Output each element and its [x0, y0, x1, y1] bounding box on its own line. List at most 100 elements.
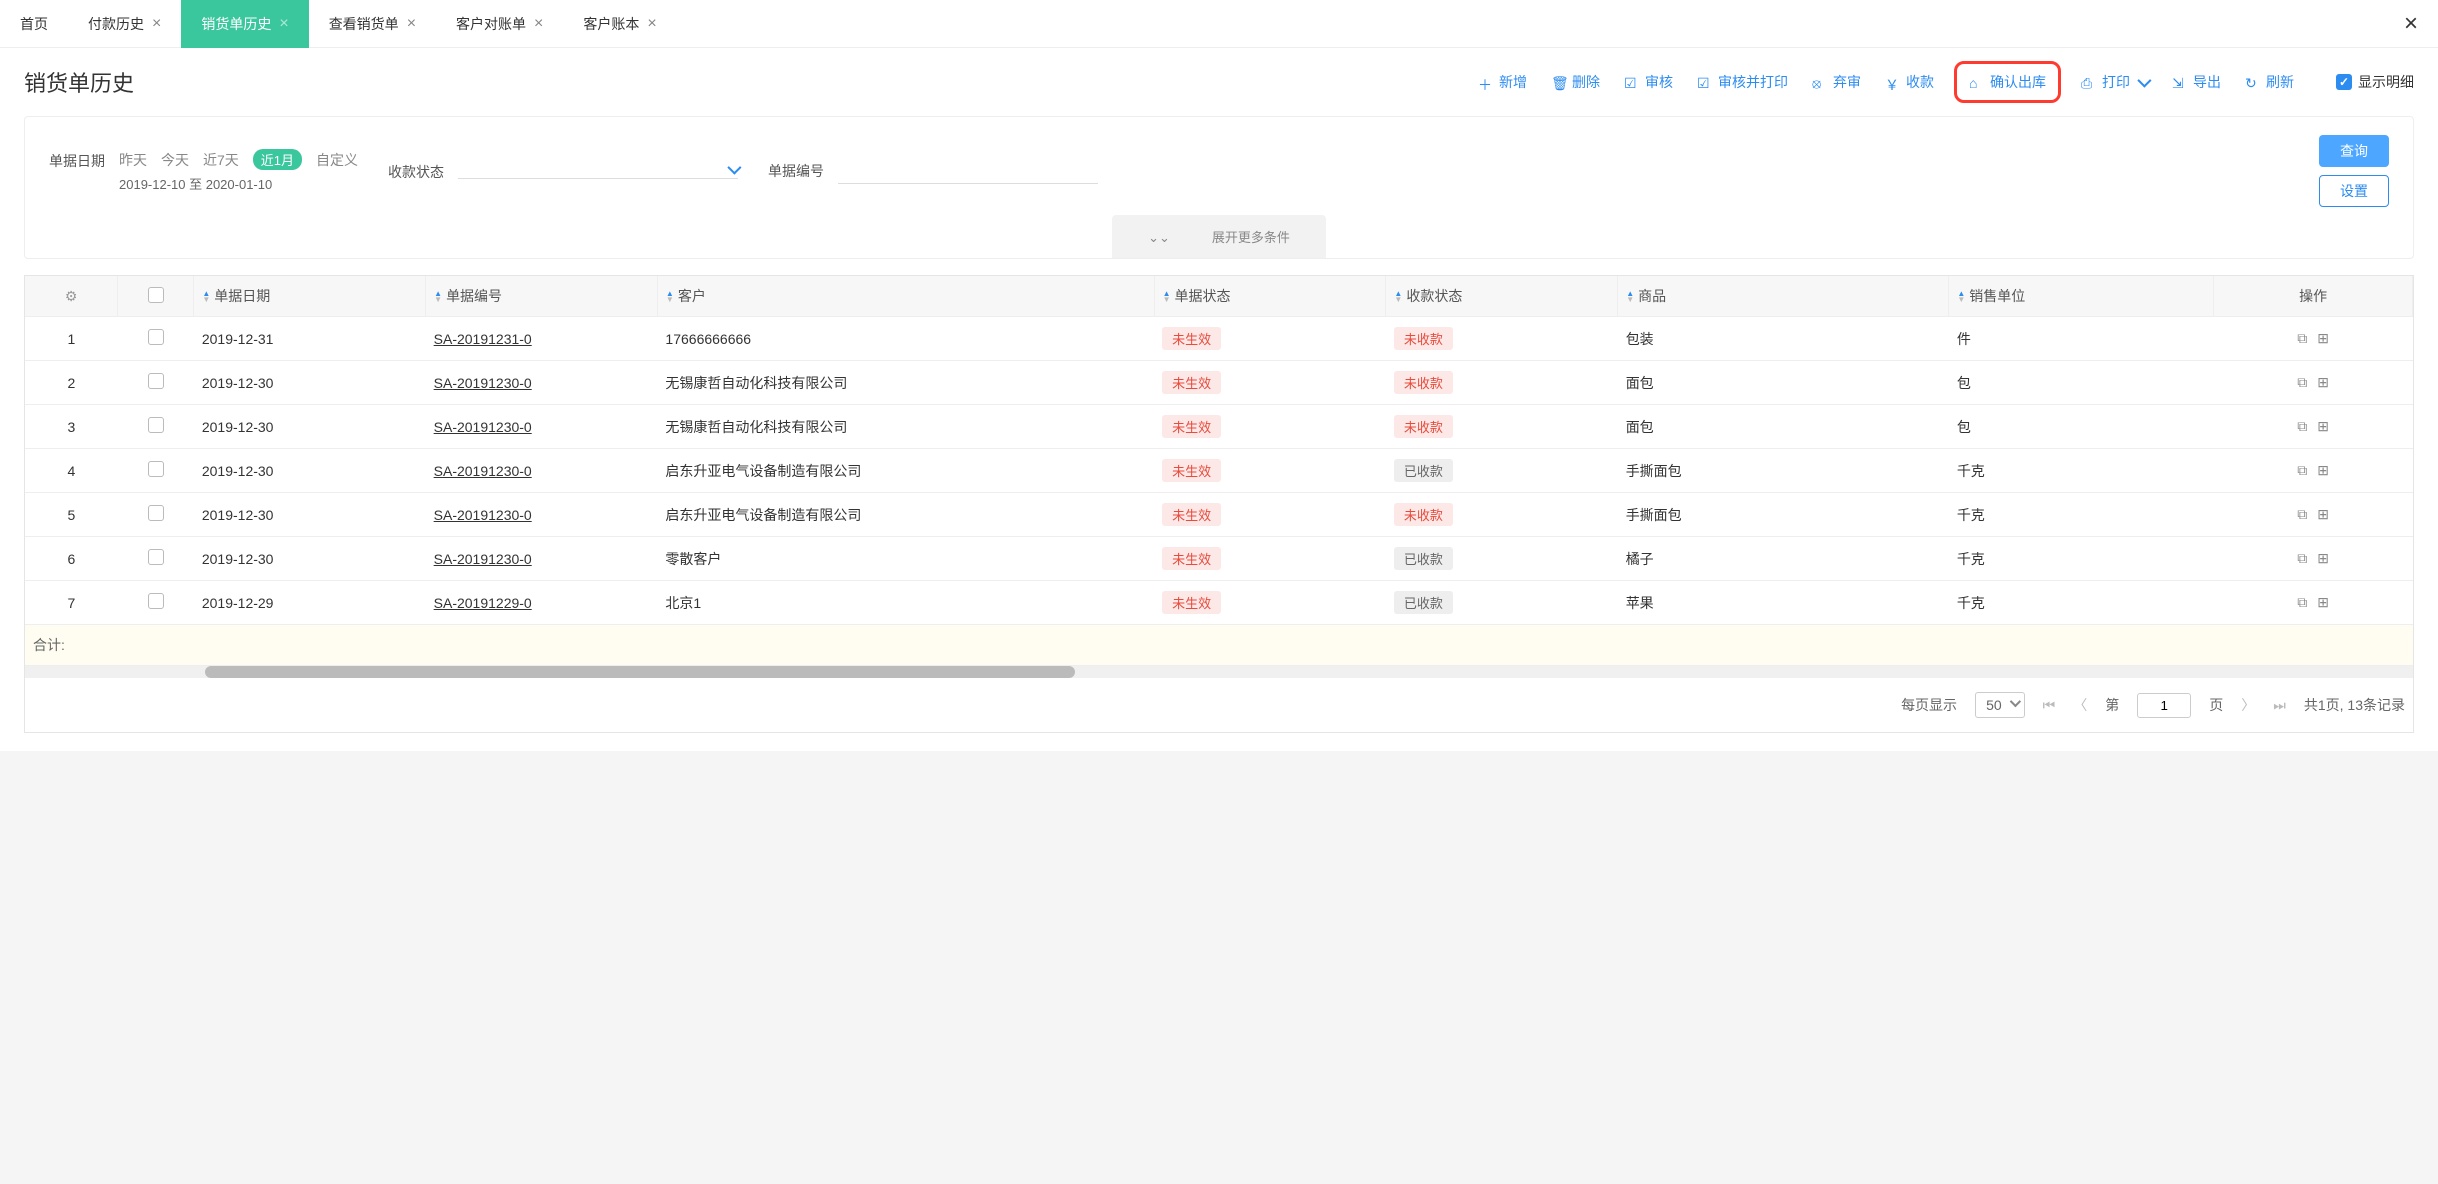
column-unit[interactable]: 销售单位 — [1949, 276, 2214, 317]
close-icon[interactable]: × — [647, 15, 656, 33]
cell-docno[interactable]: SA-20191229-0 — [426, 581, 658, 625]
filter-panel: 单据日期 昨天 今天 近7天 近1月 自定义 2019-12-10 至 2020… — [24, 116, 2414, 259]
table-header-row: 单据日期 单据编号 客户 单据状态 收款状态 商品 销售单位 操作 — [25, 276, 2413, 317]
row-index: 4 — [25, 449, 118, 493]
expand-more-button[interactable]: ⌄⌄展开更多条件 — [1112, 215, 1326, 258]
close-all-tabs-icon[interactable]: × — [2394, 10, 2428, 38]
column-status[interactable]: 单据状态 — [1154, 276, 1386, 317]
receive-button[interactable]: ￥收款 — [1885, 72, 1934, 92]
filter-pay-status: 收款状态 — [388, 160, 738, 182]
stamp-icon: ☑ — [1624, 75, 1639, 90]
tab-view-sales-order[interactable]: 查看销货单× — [309, 0, 436, 48]
more-icon[interactable]: ⊞ — [2317, 418, 2329, 435]
table-row: 42019-12-30SA-20191230-0启东升亚电气设备制造有限公司未生… — [25, 449, 2413, 493]
row-checkbox[interactable] — [118, 581, 194, 625]
date-quick-picks: 昨天 今天 近7天 近1月 自定义 — [119, 149, 358, 170]
pay-status-select[interactable] — [458, 160, 738, 179]
page-number-input[interactable] — [2137, 693, 2191, 718]
tab-sales-order-history[interactable]: 销货单历史× — [181, 0, 308, 48]
next-page-icon[interactable]: 〉 — [2241, 695, 2255, 715]
more-icon[interactable]: ⊞ — [2317, 374, 2329, 391]
delete-button[interactable]: 🗑删除 — [1551, 72, 1600, 92]
view-icon[interactable]: ⧉ — [2297, 374, 2307, 391]
cell-product: 面包 — [1618, 405, 1949, 449]
tab-home[interactable]: 首页 — [0, 0, 68, 48]
date-custom[interactable]: 自定义 — [316, 150, 358, 170]
view-icon[interactable]: ⧉ — [2297, 418, 2307, 435]
cell-paystatus: 已收款 — [1386, 449, 1618, 493]
audit-print-button[interactable]: ☑审核并打印 — [1697, 72, 1788, 92]
unaudit-button[interactable]: ⦻弃审 — [1812, 72, 1861, 92]
cell-docno[interactable]: SA-20191230-0 — [426, 449, 658, 493]
confirm-outbound-button[interactable]: ⌂确认出库 — [1954, 61, 2061, 103]
cell-unit: 包 — [1949, 405, 2214, 449]
sort-icon — [202, 291, 210, 303]
tab-customer-ledger[interactable]: 客户账本× — [563, 0, 676, 48]
more-icon[interactable]: ⊞ — [2317, 506, 2329, 523]
page-prefix: 第 — [2105, 695, 2119, 715]
cell-docno[interactable]: SA-20191231-0 — [426, 317, 658, 361]
more-icon[interactable]: ⊞ — [2317, 330, 2329, 347]
date-yesterday[interactable]: 昨天 — [119, 150, 147, 170]
doc-no-input[interactable] — [838, 159, 1098, 184]
view-icon[interactable]: ⧉ — [2297, 330, 2307, 347]
cell-product: 橘子 — [1618, 537, 1949, 581]
column-date[interactable]: 单据日期 — [194, 276, 426, 317]
view-icon[interactable]: ⧉ — [2297, 594, 2307, 611]
column-ops: 操作 — [2214, 276, 2413, 317]
date-last1m[interactable]: 近1月 — [253, 149, 302, 170]
horizontal-scrollbar[interactable] — [25, 666, 2413, 678]
row-checkbox[interactable] — [118, 449, 194, 493]
row-checkbox[interactable] — [118, 405, 194, 449]
last-page-icon[interactable]: ⏭ — [2273, 697, 2286, 714]
date-last7[interactable]: 近7天 — [203, 150, 239, 170]
view-icon[interactable]: ⧉ — [2297, 506, 2307, 523]
date-today[interactable]: 今天 — [161, 150, 189, 170]
add-button[interactable]: ＋新增 — [1478, 72, 1527, 92]
close-icon[interactable]: × — [534, 15, 543, 33]
setting-button[interactable]: 设置 — [2319, 175, 2389, 207]
row-checkbox[interactable] — [118, 537, 194, 581]
tab-payment-history[interactable]: 付款历史× — [68, 0, 181, 48]
cell-docno[interactable]: SA-20191230-0 — [426, 361, 658, 405]
first-page-icon[interactable]: ⏮ — [2043, 697, 2056, 714]
show-detail-toggle[interactable]: 显示明细 — [2336, 72, 2414, 92]
close-icon[interactable]: × — [407, 15, 416, 33]
query-button[interactable]: 查询 — [2319, 135, 2389, 167]
column-paystatus[interactable]: 收款状态 — [1386, 276, 1618, 317]
sort-icon — [1626, 291, 1634, 303]
export-button[interactable]: ⇲导出 — [2172, 72, 2221, 92]
cell-date: 2019-12-30 — [194, 361, 426, 405]
cell-docno[interactable]: SA-20191230-0 — [426, 493, 658, 537]
table-row: 12019-12-31SA-20191231-017666666666未生效未收… — [25, 317, 2413, 361]
view-icon[interactable]: ⧉ — [2297, 550, 2307, 567]
column-settings[interactable] — [25, 276, 118, 317]
print-button[interactable]: ⎙打印 — [2081, 72, 2148, 92]
column-docno[interactable]: 单据编号 — [426, 276, 658, 317]
close-icon[interactable]: × — [152, 15, 161, 33]
scrollbar-thumb[interactable] — [205, 666, 1075, 678]
column-product[interactable]: 商品 — [1618, 276, 1949, 317]
row-checkbox[interactable] — [118, 317, 194, 361]
row-checkbox[interactable] — [118, 493, 194, 537]
per-page-select[interactable]: 50 — [1975, 692, 2025, 718]
more-icon[interactable]: ⊞ — [2317, 594, 2329, 611]
cell-status: 未生效 — [1154, 317, 1386, 361]
warehouse-icon: ⌂ — [1969, 75, 1984, 90]
audit-button[interactable]: ☑审核 — [1624, 72, 1673, 92]
row-index: 7 — [25, 581, 118, 625]
column-select-all[interactable] — [118, 276, 194, 317]
trash-icon: 🗑 — [1551, 75, 1566, 90]
close-icon[interactable]: × — [279, 15, 288, 33]
view-icon[interactable]: ⧉ — [2297, 462, 2307, 479]
column-customer[interactable]: 客户 — [657, 276, 1154, 317]
prev-page-icon[interactable]: 〈 — [2073, 695, 2087, 715]
more-icon[interactable]: ⊞ — [2317, 462, 2329, 479]
more-icon[interactable]: ⊞ — [2317, 550, 2329, 567]
refresh-button[interactable]: ↻刷新 — [2245, 72, 2294, 92]
row-checkbox[interactable] — [118, 361, 194, 405]
tab-customer-statement[interactable]: 客户对账单× — [436, 0, 563, 48]
cell-docno[interactable]: SA-20191230-0 — [426, 537, 658, 581]
cell-paystatus: 已收款 — [1386, 581, 1618, 625]
cell-docno[interactable]: SA-20191230-0 — [426, 405, 658, 449]
